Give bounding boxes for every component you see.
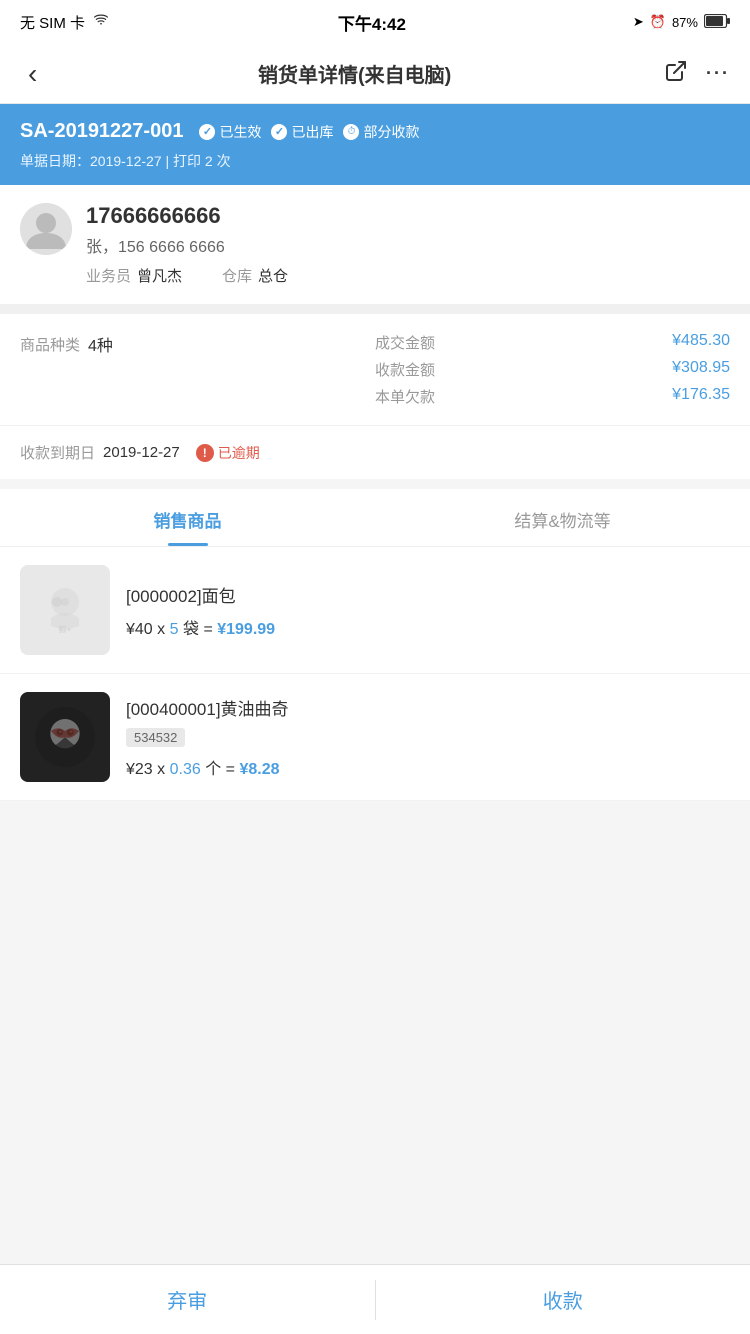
deal-amount-value: ¥485.30 <box>672 332 730 353</box>
salesperson-info: 业务员 曾凡杰 <box>86 265 182 286</box>
warehouse-info: 仓库 总仓 <box>222 265 288 286</box>
divider-1 <box>0 304 750 314</box>
table-row: [000400001]黄油曲奇 534532 ¥23 x 0.36 个 = ¥8… <box>0 674 750 801</box>
received-label: 收款金额 <box>375 359 435 380</box>
status-bar: 无 SIM 卡 下午4:42 ➤ ⏰ 87% <box>0 0 750 44</box>
share-button[interactable] <box>664 59 688 89</box>
product-total-1: ¥199.99 <box>217 621 275 638</box>
product-info-1: [0000002]面包 ¥40 x 5 袋 = ¥199.99 <box>126 582 730 639</box>
order-date: 单据日期：2019-12-27 | 打印 2 次 <box>20 151 730 171</box>
status-shipped: ✓ 已出库 <box>271 122 333 142</box>
customer-info: 17666666666 张，156 6666 6666 业务员 曾凡杰 仓库 总… <box>86 203 730 286</box>
more-button[interactable]: ··· <box>706 63 730 84</box>
status-badges: ✓ 已生效 ✓ 已出库 ⏱ 部分收款 <box>199 122 419 142</box>
received-row: 收款金额 ¥308.95 <box>375 359 730 380</box>
location-icon: ➤ <box>633 14 644 30</box>
battery-icon <box>704 14 730 31</box>
owed-value: ¥176.35 <box>672 386 730 407</box>
summary-section: 商品种类 4种 成交金额 ¥485.30 收款金额 ¥308.95 本单欠款 ¥… <box>0 314 750 425</box>
due-date: 2019-12-27 <box>103 444 180 461</box>
warehouse-value: 总仓 <box>258 265 288 286</box>
product-qty-1: 5 <box>170 621 179 638</box>
overdue-text: 已逾期 <box>218 443 260 463</box>
carrier-text: 无 SIM 卡 <box>20 12 85 33</box>
deal-amount-label: 成交金额 <box>375 332 435 353</box>
overdue-icon: ! <box>196 444 214 462</box>
wifi-icon <box>91 13 111 31</box>
table-row: 鲸+ [0000002]面包 ¥40 x 5 袋 = ¥199.99 <box>0 547 750 674</box>
product-types-label: 商品种类 <box>20 334 80 355</box>
product-types-row: 商品种类 4种 <box>20 332 375 356</box>
owed-row: 本单欠款 ¥176.35 <box>375 386 730 407</box>
product-sku-2: 534532 <box>126 728 185 747</box>
status-time: 下午4:42 <box>338 10 406 35</box>
product-image-1: 鲸+ <box>20 565 110 655</box>
product-qty-2: 0.36 <box>170 761 201 778</box>
due-section: 收款到期日 2019-12-27 ! 已逾期 <box>0 425 750 479</box>
product-name-1: [0000002]面包 <box>126 582 730 607</box>
customer-account: 17666666666 <box>86 203 730 229</box>
tabs: 销售商品 结算&物流等 <box>0 489 750 546</box>
tab-section: 销售商品 结算&物流等 <box>0 489 750 547</box>
salesperson-label: 业务员 <box>86 265 131 286</box>
bottom-spacer <box>0 801 750 881</box>
page-title: 销货单详情(来自电脑) <box>258 59 451 88</box>
customer-name-phone: 张，156 6666 6666 <box>86 233 730 257</box>
warehouse-label: 仓库 <box>222 265 252 286</box>
back-button[interactable]: ‹ <box>20 50 45 98</box>
product-info-2: [000400001]黄油曲奇 534532 ¥23 x 0.36 个 = ¥8… <box>126 695 730 779</box>
due-label: 收款到期日 <box>20 442 95 463</box>
customer-section: 17666666666 张，156 6666 6666 业务员 曾凡杰 仓库 总… <box>0 185 750 304</box>
deal-amount-row: 成交金额 ¥485.30 <box>375 332 730 353</box>
payment-button[interactable]: 收款 <box>376 1275 750 1324</box>
product-image-2 <box>20 692 110 782</box>
overdue-badge: ! 已逾期 <box>196 443 260 463</box>
product-total-2: ¥8.28 <box>239 761 279 778</box>
battery-text: 87% <box>672 15 698 30</box>
tab-products[interactable]: 销售商品 <box>0 489 375 546</box>
tab-settlement[interactable]: 结算&物流等 <box>375 489 750 546</box>
svg-text:鲸+: 鲸+ <box>59 624 72 634</box>
order-id: SA-20191227-001 <box>20 120 183 143</box>
alarm-icon: ⏰ <box>650 14 666 30</box>
order-header: SA-20191227-001 ✓ 已生效 ✓ 已出库 ⏱ 部分收款 单据日期：… <box>0 104 750 185</box>
received-value: ¥308.95 <box>672 359 730 380</box>
product-price-1: ¥40 x 5 袋 = ¥199.99 <box>126 615 730 639</box>
avatar <box>20 203 72 255</box>
product-price-2: ¥23 x 0.36 个 = ¥8.28 <box>126 755 730 779</box>
product-types-count: 4种 <box>88 332 113 356</box>
customer-meta: 业务员 曾凡杰 仓库 总仓 <box>86 265 730 286</box>
salesperson-value: 曾凡杰 <box>137 265 182 286</box>
nav-actions: ··· <box>664 59 730 89</box>
bottom-bar: 弃审 收款 <box>0 1264 750 1334</box>
status-right: ➤ ⏰ 87% <box>633 14 730 31</box>
product-name-2: [000400001]黄油曲奇 <box>126 695 730 720</box>
summary-right: 成交金额 ¥485.30 收款金额 ¥308.95 本单欠款 ¥176.35 <box>375 332 730 407</box>
status-partial-payment: ⏱ 部分收款 <box>343 122 419 142</box>
status-left: 无 SIM 卡 <box>20 12 111 33</box>
status-effective: ✓ 已生效 <box>199 122 261 142</box>
cancel-review-button[interactable]: 弃审 <box>0 1275 375 1324</box>
nav-bar: ‹ 销货单详情(来自电脑) ··· <box>0 44 750 104</box>
owed-label: 本单欠款 <box>375 386 435 407</box>
product-list: 鲸+ [0000002]面包 ¥40 x 5 袋 = ¥199.99 <box>0 547 750 801</box>
summary-left: 商品种类 4种 <box>20 332 375 407</box>
